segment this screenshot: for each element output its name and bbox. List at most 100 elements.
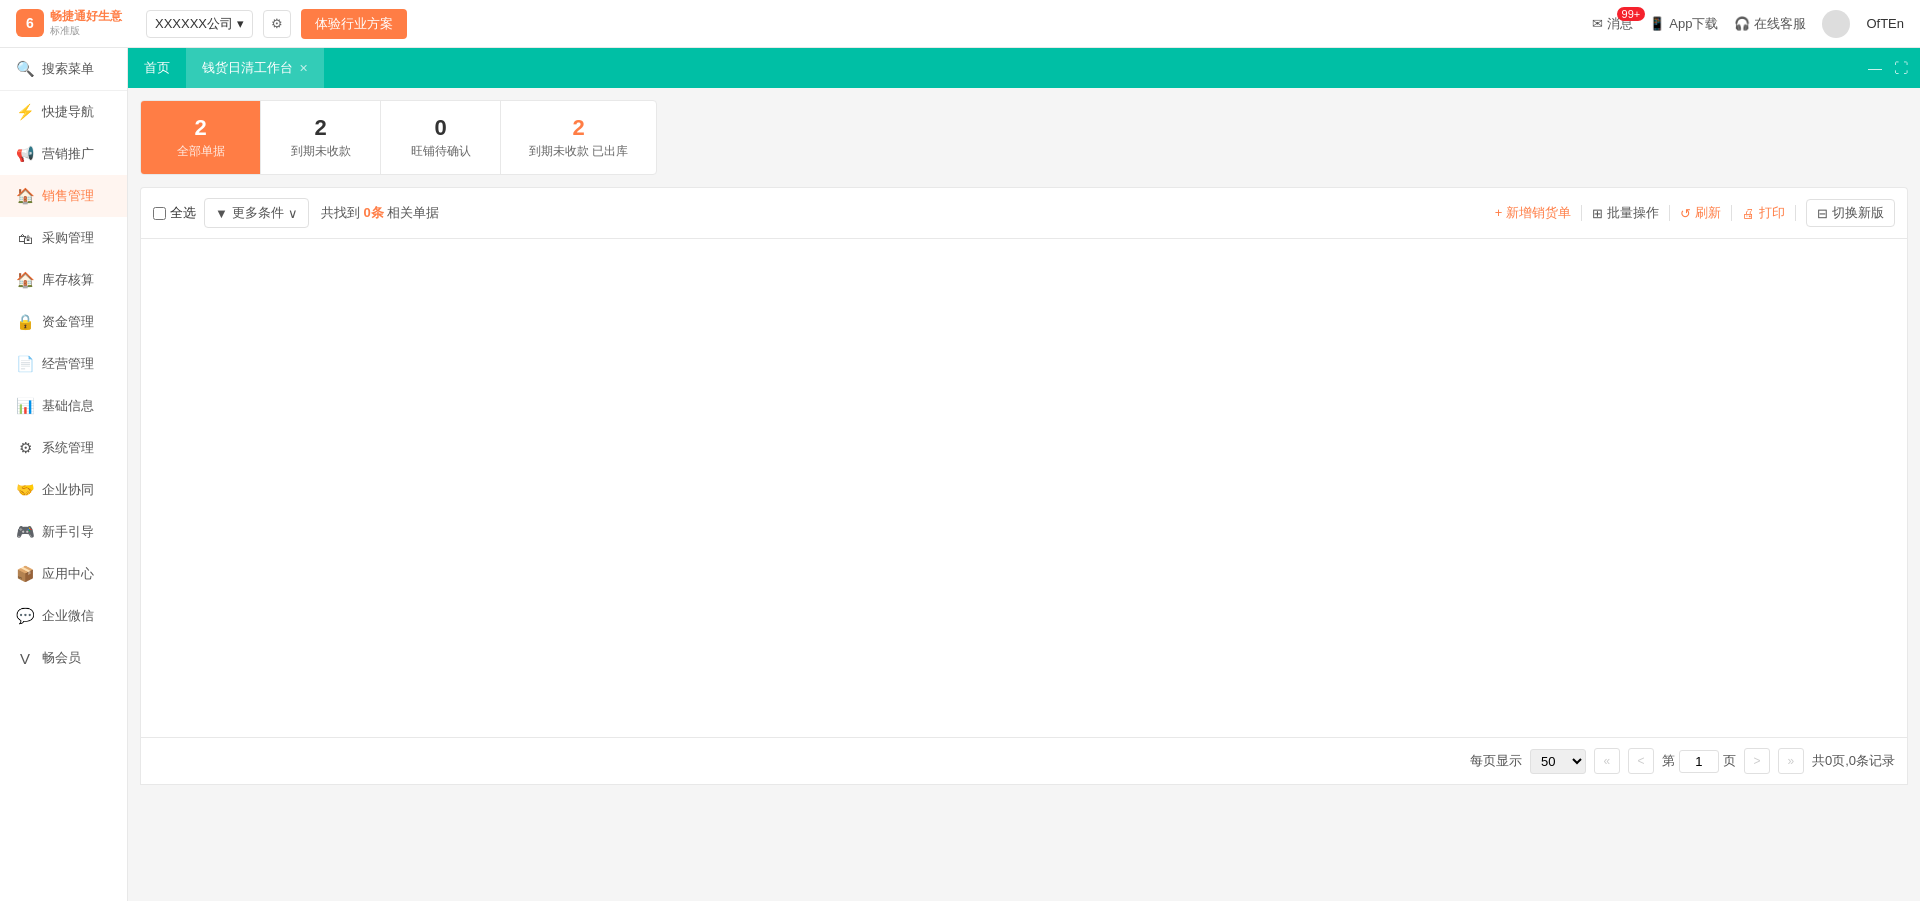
sidebar-label-system: 系统管理 xyxy=(42,439,94,457)
add-order-button[interactable]: + 新增销货单 xyxy=(1495,204,1571,222)
batch-label: 批量操作 xyxy=(1607,204,1659,222)
close-tab-icon[interactable]: ✕ xyxy=(299,62,308,75)
sidebar-item-quicknav[interactable]: ⚡ 快捷导航 xyxy=(0,91,127,133)
quicknav-icon: ⚡ xyxy=(16,103,34,121)
online-service-button[interactable]: 🎧 在线客服 xyxy=(1734,15,1806,33)
minimize-icon[interactable]: — xyxy=(1864,56,1886,80)
logo-area: 6 畅捷通好生意 标准版 xyxy=(16,9,136,37)
message-button[interactable]: ✉ 消息 99+ xyxy=(1592,15,1633,33)
empty-state xyxy=(141,239,1907,639)
batch-button[interactable]: ⊞ 批量操作 xyxy=(1592,204,1659,222)
sidebar-label-search: 搜索菜单 xyxy=(42,60,94,78)
found-text: 共找到 0条 相关单据 xyxy=(321,204,439,222)
sidebar-item-collab[interactable]: 🤝 企业协同 xyxy=(0,469,127,511)
refresh-label: 刷新 xyxy=(1695,204,1721,222)
settings-button[interactable]: ⚙ xyxy=(263,10,291,38)
switch-icon: ⊟ xyxy=(1817,206,1828,221)
logo-text-block: 畅捷通好生意 标准版 xyxy=(50,9,122,37)
search-icon: 🔍 xyxy=(16,60,34,78)
stat-label-pending: 旺铺待确认 xyxy=(409,143,472,160)
sidebar-item-marketing[interactable]: 📢 营销推广 xyxy=(0,133,127,175)
print-label: 打印 xyxy=(1759,204,1785,222)
sidebar-item-wechat[interactable]: 💬 企业微信 xyxy=(0,595,127,637)
switch-version-button[interactable]: ⊟ 切换新版 xyxy=(1806,199,1895,227)
system-icon: ⚙ xyxy=(16,439,34,457)
first-page-button[interactable]: « xyxy=(1594,748,1620,774)
purchase-icon: 🛍 xyxy=(16,229,34,247)
sidebar-item-system[interactable]: ⚙ 系统管理 xyxy=(0,427,127,469)
page-label: 第 xyxy=(1662,752,1675,770)
sales-icon: 🏠 xyxy=(16,187,34,205)
refresh-icon: ↺ xyxy=(1680,206,1691,221)
stat-number-pending: 0 xyxy=(409,115,472,141)
sidebar-item-sales[interactable]: 🏠 销售管理 xyxy=(0,175,127,217)
sidebar-label-sales: 销售管理 xyxy=(42,187,94,205)
main-content: 2 全部单据 2 到期未收款 0 旺铺待确认 2 到期未收款 已出库 全选 xyxy=(128,88,1920,901)
gear-icon: ⚙ xyxy=(271,16,283,31)
sidebar-label-purchase: 采购管理 xyxy=(42,229,94,247)
toolbar-right: + 新增销货单 ⊞ 批量操作 ↺ 刷新 🖨 打印 ⊟ xyxy=(1495,199,1895,227)
stat-card-overdue[interactable]: 2 到期未收款 xyxy=(261,101,381,174)
online-label: 在线客服 xyxy=(1754,15,1806,33)
sidebar-item-member[interactable]: V 畅会员 xyxy=(0,637,127,679)
member-icon: V xyxy=(16,649,34,667)
nav-tab-actions: — ⛶ xyxy=(1864,56,1920,80)
mobile-icon: 📱 xyxy=(1649,16,1665,31)
divider-4 xyxy=(1795,205,1796,221)
prev-page-button[interactable]: < xyxy=(1628,748,1654,774)
toolbar: 全选 ▼ 更多条件 ∨ 共找到 0条 相关单据 + 新增销货单 ⊞ 批量操作 xyxy=(140,187,1908,238)
sidebar-item-guide[interactable]: 🎮 新手引导 xyxy=(0,511,127,553)
stat-card-pending[interactable]: 0 旺铺待确认 xyxy=(381,101,501,174)
found-count: 0条 xyxy=(364,205,384,220)
logo-sub: 标准版 xyxy=(50,24,122,38)
tab-home[interactable]: 首页 xyxy=(128,48,186,88)
stat-card-shipped[interactable]: 2 到期未收款 已出库 xyxy=(501,101,656,174)
refresh-button[interactable]: ↺ 刷新 xyxy=(1680,204,1721,222)
total-info: 共0页,0条记录 xyxy=(1812,752,1895,770)
sidebar-label-operation: 经营管理 xyxy=(42,355,94,373)
top-bar-left: 6 畅捷通好生意 标准版 XXXXXX公司 ▾ ⚙ 体验行业方案 xyxy=(16,9,407,39)
inventory-icon: 🏠 xyxy=(16,271,34,289)
message-badge: 99+ xyxy=(1617,7,1646,21)
last-page-button[interactable]: » xyxy=(1778,748,1804,774)
wechat-icon: 💬 xyxy=(16,607,34,625)
current-page-input[interactable] xyxy=(1679,750,1719,773)
app-label: App下载 xyxy=(1669,15,1718,33)
company-name: XXXXXX公司 xyxy=(155,15,233,33)
sidebar-label-collab: 企业协同 xyxy=(42,481,94,499)
guide-icon: 🎮 xyxy=(16,523,34,541)
company-selector[interactable]: XXXXXX公司 ▾ xyxy=(146,10,253,38)
marketing-icon: 📢 xyxy=(16,145,34,163)
stat-number-shipped: 2 xyxy=(529,115,628,141)
avatar[interactable] xyxy=(1822,10,1850,38)
next-page-button[interactable]: > xyxy=(1744,748,1770,774)
app-download-button[interactable]: 📱 App下载 xyxy=(1649,15,1718,33)
sidebar-item-operation[interactable]: 📄 经营管理 xyxy=(0,343,127,385)
finance-icon: 🔒 xyxy=(16,313,34,331)
stat-card-all[interactable]: 2 全部单据 xyxy=(141,101,261,174)
sidebar-item-appcenter[interactable]: 📦 应用中心 xyxy=(0,553,127,595)
sidebar-label-basicinfo: 基础信息 xyxy=(42,397,94,415)
trial-btn[interactable]: 体验行业方案 xyxy=(301,9,407,39)
filter-label: 更多条件 xyxy=(232,204,284,222)
sidebar-item-finance[interactable]: 🔒 资金管理 xyxy=(0,301,127,343)
tab-workbench[interactable]: 钱货日清工作台 ✕ xyxy=(186,48,324,88)
tab-workbench-label: 钱货日清工作台 xyxy=(202,59,293,77)
batch-icon: ⊞ xyxy=(1592,206,1603,221)
print-button[interactable]: 🖨 打印 xyxy=(1742,204,1785,222)
sidebar-item-inventory[interactable]: 🏠 库存核算 xyxy=(0,259,127,301)
sidebar-item-search[interactable]: 🔍 搜索菜单 xyxy=(0,48,127,91)
divider-1 xyxy=(1581,205,1582,221)
stat-number-all: 2 xyxy=(169,115,232,141)
sidebar-label-appcenter: 应用中心 xyxy=(42,565,94,583)
expand-icon[interactable]: ⛶ xyxy=(1890,56,1912,80)
divider-3 xyxy=(1731,205,1732,221)
per-page-select[interactable]: 50 100 xyxy=(1530,749,1586,774)
filter-button[interactable]: ▼ 更多条件 ∨ xyxy=(204,198,309,228)
sidebar-item-purchase[interactable]: 🛍 采购管理 xyxy=(0,217,127,259)
select-all-input[interactable] xyxy=(153,207,166,220)
select-all-checkbox[interactable]: 全选 xyxy=(153,204,196,222)
sidebar-item-basicinfo[interactable]: 📊 基础信息 xyxy=(0,385,127,427)
top-bar: 6 畅捷通好生意 标准版 XXXXXX公司 ▾ ⚙ 体验行业方案 ✉ 消息 99… xyxy=(0,0,1920,48)
per-page-label: 每页显示 xyxy=(1470,752,1522,770)
